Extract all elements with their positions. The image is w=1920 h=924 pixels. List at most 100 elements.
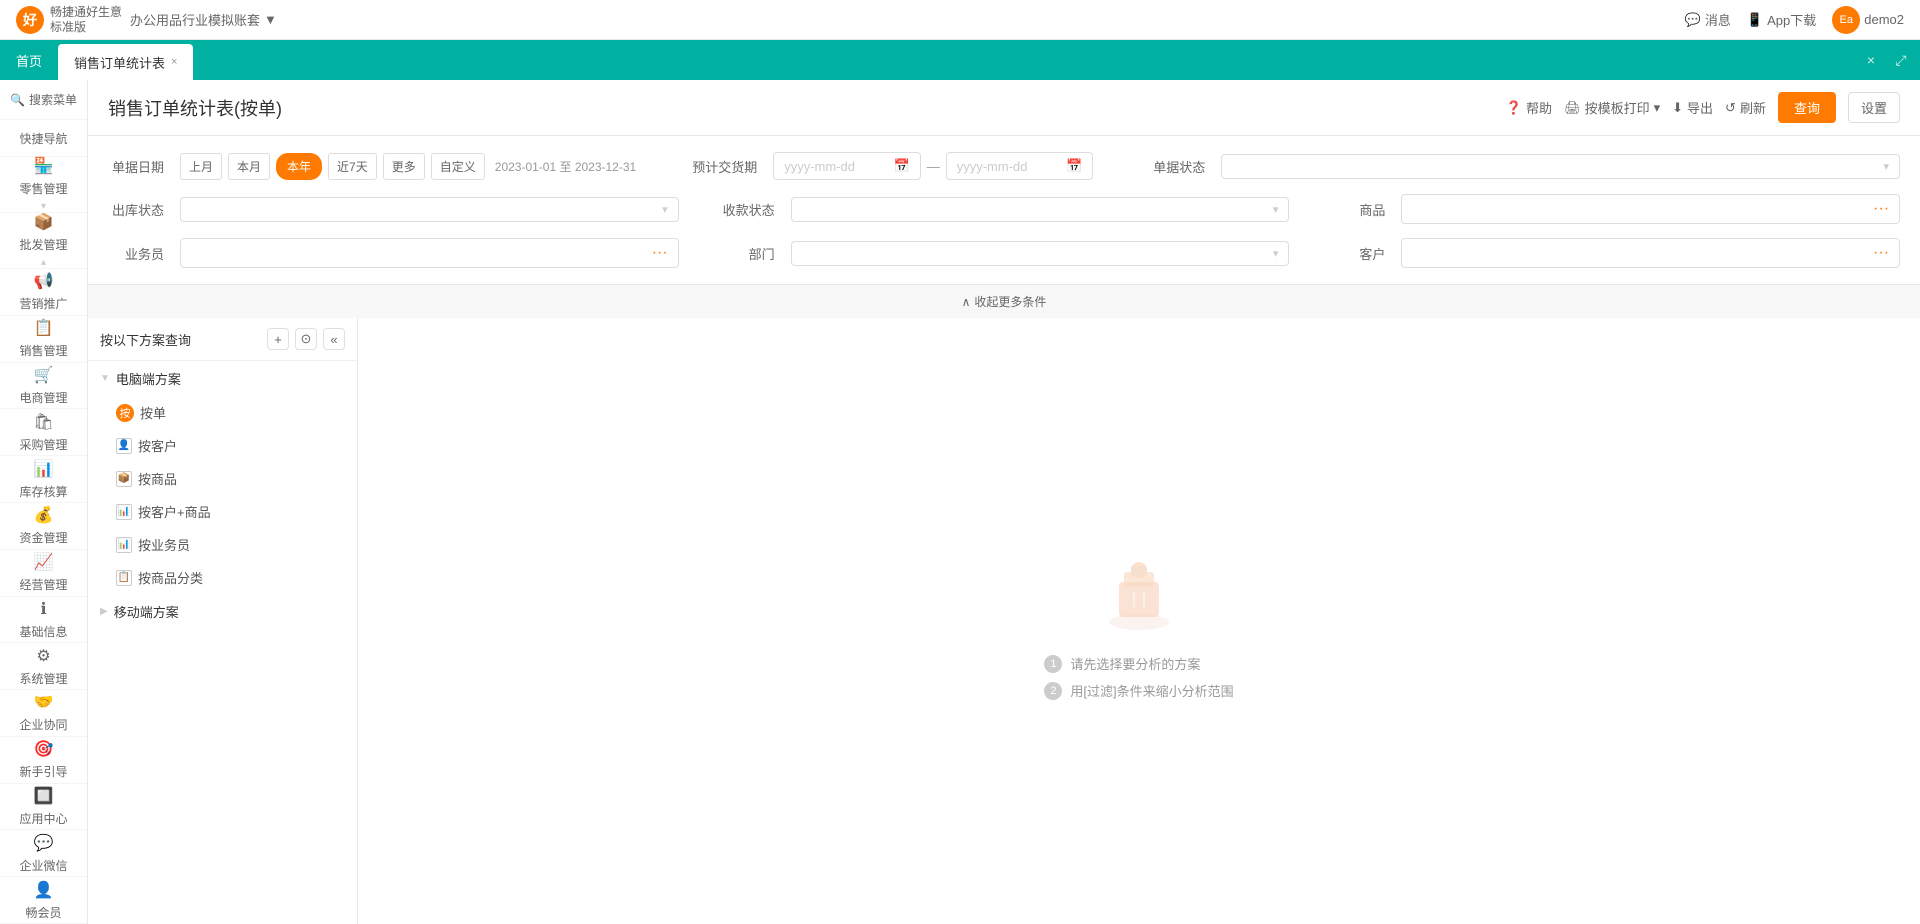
goods-more-icon[interactable]: ···	[1873, 200, 1889, 218]
sidebar-item-finance[interactable]: 💰 资金管理	[0, 503, 87, 550]
message-button[interactable]: 💬 消息	[1685, 10, 1731, 29]
logo-text: 畅捷通好生意 标准版	[50, 5, 122, 34]
query-button[interactable]: 查询	[1778, 92, 1836, 123]
content-area: 销售订单统计表(按单) ❓ 帮助 🖨 按模板打印 ▾ ⬇ 导出 ↺ 刷新	[88, 80, 1920, 924]
print-button[interactable]: 🖨 按模板打印 ▾	[1564, 98, 1660, 117]
sidebar-item-apps[interactable]: 🔲 应用中心	[0, 784, 87, 831]
settings-scheme-button[interactable]: ⊙	[295, 328, 317, 350]
this-month-button[interactable]: 本月	[228, 153, 270, 180]
ecommerce-icon: 🛒	[34, 365, 54, 385]
tab-home[interactable]: 首页	[0, 40, 58, 80]
search-menu-button[interactable]: 🔍 搜索菜单	[0, 80, 87, 120]
tab-bar-right: × ⤢	[1860, 49, 1920, 71]
help-button[interactable]: ❓ 帮助	[1506, 98, 1552, 117]
customer-more-icon[interactable]: ···	[1873, 244, 1889, 262]
sidebar-item-ecommerce[interactable]: 🛒 电商管理	[0, 363, 87, 410]
top-bar-left: 好 畅捷通好生意 标准版 办公用品行业模拟账套 ▼	[16, 5, 277, 34]
app-icon: 📱	[1747, 12, 1763, 28]
expected-date-label: 预计交货期	[692, 157, 757, 176]
empty-tip-1: 1 请先选择要分析的方案	[1044, 654, 1233, 673]
app-download-button[interactable]: 📱 App下载	[1747, 10, 1816, 29]
page-title-bar: 销售订单统计表(按单) ❓ 帮助 🖨 按模板打印 ▾ ⬇ 导出 ↺ 刷新	[88, 80, 1920, 136]
settings-button[interactable]: 设置	[1848, 92, 1900, 123]
tab-restore-button[interactable]: ×	[1860, 49, 1882, 71]
basic-icon: ℹ	[40, 599, 46, 619]
sidebar-item-collab[interactable]: 🤝 企业协同	[0, 690, 87, 737]
help-icon: ❓	[1506, 100, 1522, 116]
sidebar-item-guide[interactable]: 🎯 新手引导	[0, 737, 87, 784]
sidebar-item-inventory[interactable]: 📊 库存核算	[0, 456, 87, 503]
user-menu[interactable]: Ea demo2	[1832, 6, 1904, 34]
marketing-icon: 📢	[34, 271, 54, 291]
by-order-icon: 按	[116, 404, 134, 422]
dept-arrow-icon: ▾	[1273, 247, 1279, 260]
sales-icon: 📋	[34, 318, 54, 338]
wechat-icon: 💬	[34, 833, 54, 853]
breadcrumb-text: 办公用品行业模拟账套	[130, 10, 260, 29]
tree-item-by-customer-goods[interactable]: 📊 按客户+商品	[100, 495, 357, 528]
tree-item-by-category[interactable]: 📋 按商品分类	[100, 561, 357, 594]
tree-item-by-goods[interactable]: 📦 按商品	[100, 462, 357, 495]
sidebar-item-purchase[interactable]: 🛍 采购管理	[0, 409, 87, 456]
salesperson-label: 业务员	[108, 244, 164, 263]
customer-select[interactable]: ···	[1401, 238, 1900, 268]
more-button[interactable]: 更多	[383, 153, 425, 180]
tab-maximize-button[interactable]: ⤢	[1890, 49, 1912, 71]
left-panel-header: 按以下方案查询 + ⊙ «	[88, 318, 357, 361]
by-goods-icon: 📦	[116, 471, 132, 487]
sidebar-item-marketing[interactable]: 📢 营销推广	[0, 269, 87, 316]
top-bar-right: 💬 消息 📱 App下载 Ea demo2	[1685, 6, 1904, 34]
by-cat-icon: 📋	[116, 570, 132, 586]
sidebar-item-wholesale[interactable]: 📦 批发管理 ▴	[0, 213, 87, 269]
sidebar-item-sales[interactable]: 📋 销售管理	[0, 316, 87, 363]
collapse-bar[interactable]: ∧ 收起更多条件	[88, 284, 1920, 318]
quick-nav-button[interactable]: 快捷导航	[0, 120, 87, 157]
tip-1-num: 1	[1044, 655, 1062, 673]
tree-mobile-parent[interactable]: ▶ 移动端方案	[88, 594, 357, 629]
by-sales-icon: 📊	[116, 537, 132, 553]
ship-status-label: 出库状态	[108, 200, 164, 219]
export-button[interactable]: ⬇ 导出	[1672, 98, 1713, 117]
ship-status-select[interactable]: ▾	[180, 197, 679, 222]
expected-date-start[interactable]: yyyy-mm-dd 📅	[773, 152, 921, 180]
refresh-button[interactable]: ↺ 刷新	[1725, 98, 1766, 117]
date-label: 单据日期	[108, 157, 164, 176]
tree-item-by-salesperson[interactable]: 📊 按业务员	[100, 528, 357, 561]
add-scheme-button[interactable]: +	[267, 328, 289, 350]
left-panel-title: 按以下方案查询	[100, 330, 261, 349]
breadcrumb[interactable]: 办公用品行业模拟账套 ▼	[130, 10, 277, 29]
tree-item-by-customer[interactable]: 👤 按客户	[100, 429, 357, 462]
tree-pc-parent[interactable]: ▼ 电脑端方案	[88, 361, 357, 396]
doc-status-arrow-icon: ▾	[1883, 160, 1889, 173]
tab-close-icon[interactable]: ×	[171, 56, 177, 68]
payment-arrow-icon: ▾	[1273, 203, 1279, 216]
goods-select[interactable]: ···	[1401, 194, 1900, 224]
tip-2-num: 2	[1044, 682, 1062, 700]
sidebar-item-system[interactable]: ⚙ 系统管理	[0, 643, 87, 690]
expected-date-end[interactable]: yyyy-mm-dd 📅	[946, 152, 1094, 180]
payment-status-select[interactable]: ▾	[791, 197, 1290, 222]
collapse-panel-button[interactable]: «	[323, 328, 345, 350]
salesperson-select[interactable]: ···	[180, 238, 679, 268]
department-label: 部门	[719, 244, 775, 263]
last-month-button[interactable]: 上月	[180, 153, 222, 180]
sidebar-item-operations[interactable]: 📈 经营管理	[0, 550, 87, 597]
doc-status-select[interactable]: ▾	[1221, 154, 1900, 179]
top-bar: 好 畅捷通好生意 标准版 办公用品行业模拟账套 ▼ 💬 消息 📱 App下载 E…	[0, 0, 1920, 40]
custom-button[interactable]: 自定义	[431, 153, 485, 180]
filter-content-area: 按以下方案查询 + ⊙ « ▼ 电脑端方案 按 按单 👤	[88, 318, 1920, 924]
empty-state: 1 请先选择要分析的方案 2 用[过滤]条件来缩小分析范围	[358, 318, 1920, 924]
tree-mobile-arrow-icon: ▶	[100, 606, 108, 617]
tab-active[interactable]: 销售订单统计表 ×	[58, 44, 193, 80]
sidebar-item-basic[interactable]: ℹ 基础信息	[0, 597, 87, 644]
sidebar-item-member[interactable]: 👤 畅会员	[0, 877, 87, 924]
this-year-button[interactable]: 本年	[276, 153, 322, 180]
tree-item-by-order[interactable]: 按 按单	[100, 396, 357, 429]
search-icon: 🔍	[10, 93, 25, 107]
sidebar-item-wechat[interactable]: 💬 企业微信	[0, 830, 87, 877]
last7days-button[interactable]: 近7天	[328, 153, 377, 180]
salesperson-more-icon[interactable]: ···	[652, 244, 668, 262]
department-select[interactable]: ▾	[791, 241, 1290, 266]
sidebar-item-retail[interactable]: 🏪 零售管理 ▾	[0, 157, 87, 213]
logo-icon: 好	[16, 6, 44, 34]
